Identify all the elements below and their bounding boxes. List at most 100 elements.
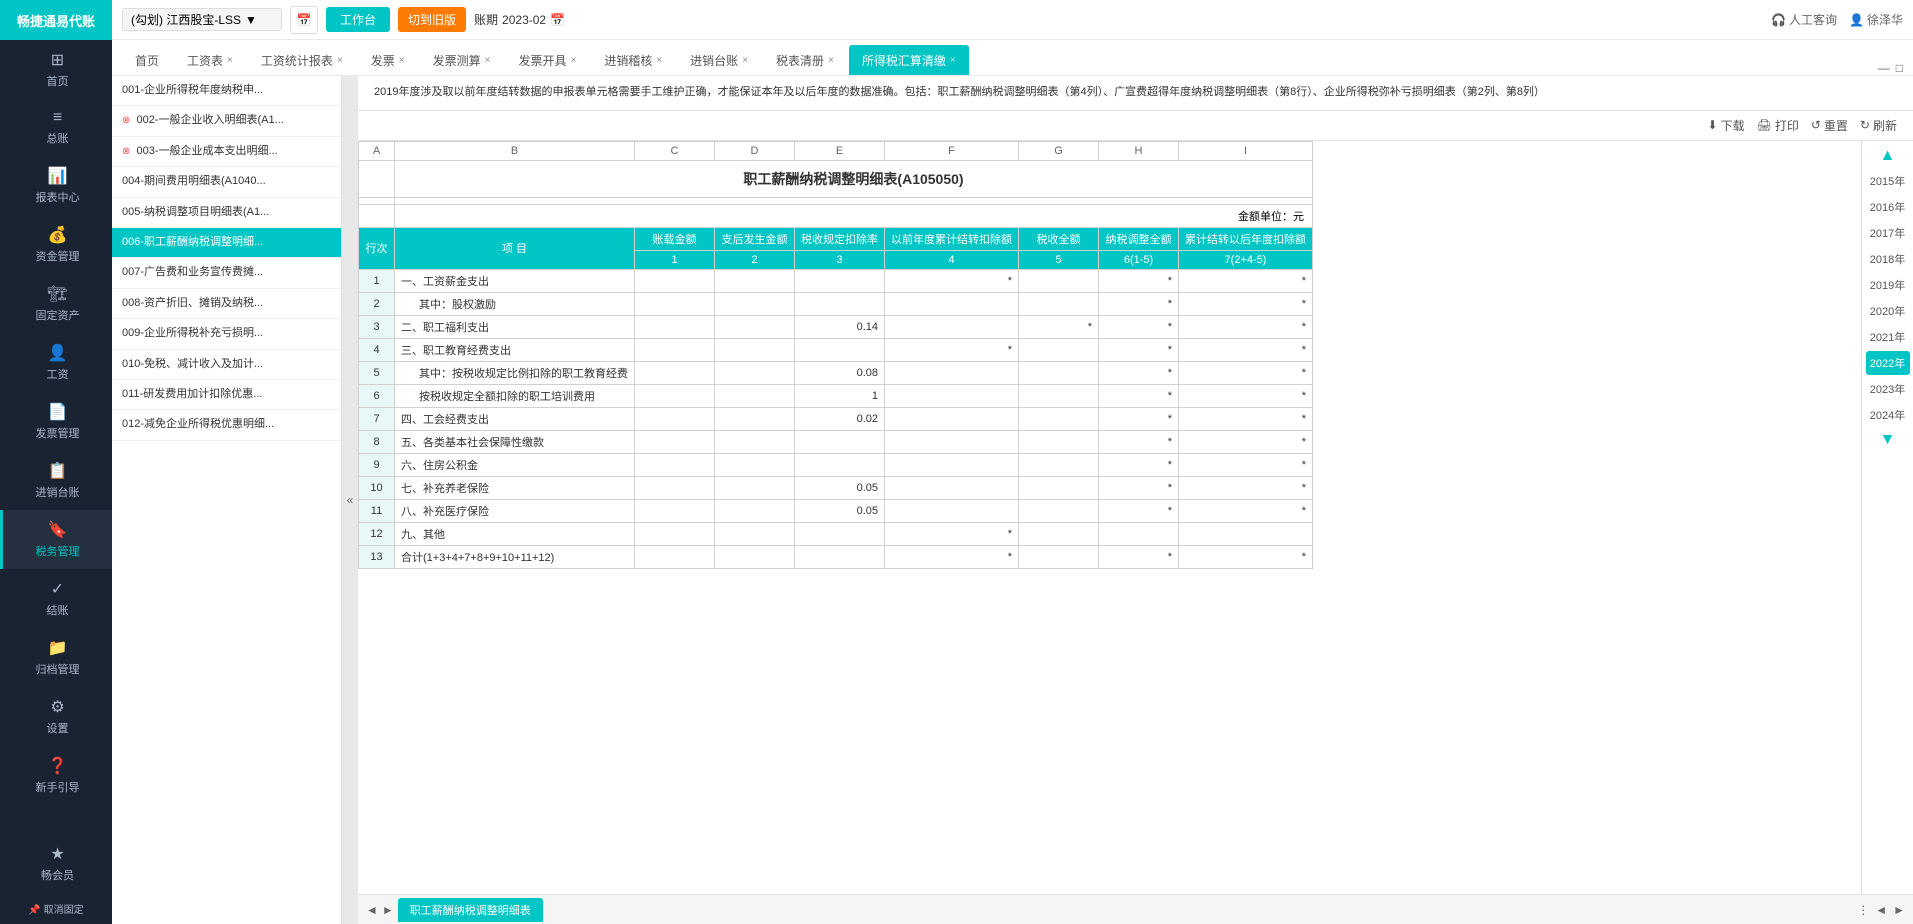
calendar-icon-btn[interactable]: 📅: [290, 6, 318, 34]
switch-button[interactable]: 切到旧版: [398, 7, 466, 32]
sidebar-item-tax[interactable]: 🔖 税务管理: [0, 510, 112, 569]
sidebar-item-ledger-label: 总账: [47, 130, 69, 146]
support-button[interactable]: 🎧 人工客询: [1771, 11, 1837, 28]
year-2018[interactable]: 2018年: [1866, 247, 1910, 271]
year-2024[interactable]: 2024年: [1866, 403, 1910, 427]
sidebar-item-reports[interactable]: 📊 报表中心: [0, 156, 112, 215]
year-2016[interactable]: 2016年: [1866, 195, 1910, 219]
bottom-tab-nav-right[interactable]: ►: [382, 903, 394, 917]
list-item-002[interactable]: ⊗ 002-一般企业收入明细表(A1...: [112, 106, 341, 136]
year-2023[interactable]: 2023年: [1866, 377, 1910, 401]
warning-text: 2019年度涉及取以前年度结转数据的申报表单元格需要手工维护正确，才能保证本年及…: [374, 86, 1545, 98]
sidebar-item-vip-label: 畅会员: [41, 867, 74, 883]
tab-salary-stats-label: 工资统计报表: [261, 52, 333, 69]
more-options-icon[interactable]: ⋮: [1857, 903, 1869, 917]
th-num5: 5: [1019, 250, 1099, 269]
sidebar-item-vip[interactable]: ★ 畅会员: [0, 834, 112, 893]
main-area: (勾划) 江西股宝-LSS ▼ 📅 工作台 切到旧版 账期 2023-02 📅 …: [112, 0, 1913, 924]
user-icon: 👤: [1849, 13, 1864, 27]
close-icon[interactable]: ×: [950, 55, 956, 66]
list-item-001[interactable]: 001-企业所得税年度纳税申...: [112, 76, 341, 106]
tab-salary[interactable]: 工资表 ×: [174, 45, 246, 75]
cancel-pin-button[interactable]: 📌 取消固定: [0, 893, 112, 924]
col-c: C: [635, 141, 715, 160]
sidebar-item-reports-label: 报表中心: [36, 189, 80, 205]
tab-tax-book[interactable]: 税表清册 ×: [763, 45, 847, 75]
settings-icon: ⚙: [50, 697, 64, 717]
download-button[interactable]: ⬇ 下载: [1708, 117, 1745, 134]
close-icon[interactable]: ×: [485, 55, 491, 66]
tab-sales-ledger[interactable]: 进销台账 ×: [677, 45, 761, 75]
reset-button[interactable]: ↺ 重置: [1811, 117, 1848, 134]
tab-income-tax[interactable]: 所得税汇算清缴 ×: [849, 45, 969, 75]
close-icon[interactable]: ×: [656, 55, 662, 66]
th-c7: 累计结转以后年度扣除额: [1179, 227, 1313, 250]
list-item-005[interactable]: 005-纳税调整项目明细表(A1...: [112, 198, 341, 228]
sidebar-item-settings[interactable]: ⚙ 设置: [0, 687, 112, 746]
tab-home[interactable]: 首页: [122, 45, 172, 75]
refresh-button[interactable]: ↻ 刷新: [1860, 117, 1897, 134]
sidebar-item-home[interactable]: ⊞ 首页: [0, 40, 112, 99]
user-menu[interactable]: 👤 徐泽华: [1849, 11, 1903, 28]
list-item-008[interactable]: 008-资产折旧、摊销及纳税...: [112, 289, 341, 319]
list-item-006[interactable]: 006-职工薪酬纳税调整明细...: [112, 228, 341, 258]
table-row: 7 四、工会经费支出 0.02 * *: [359, 407, 1313, 430]
spreadsheet-main[interactable]: A B C D E F G H I 职工: [358, 141, 1861, 894]
year-2020[interactable]: 2020年: [1866, 299, 1910, 323]
year-2017[interactable]: 2017年: [1866, 221, 1910, 245]
year-2019[interactable]: 2019年: [1866, 273, 1910, 297]
chevron-left-icon: «: [347, 493, 354, 507]
chevron-down-icon: ▼: [245, 13, 257, 27]
company-selector[interactable]: (勾划) 江西股宝-LSS ▼: [122, 8, 282, 31]
list-item-004[interactable]: 004-期间费用明细表(A1040...: [112, 167, 341, 197]
year-scroll-down[interactable]: ▼: [1878, 429, 1898, 451]
collapse-panel[interactable]: «: [342, 76, 358, 924]
close-icon[interactable]: ×: [742, 55, 748, 66]
workspace-button[interactable]: 工作台: [326, 7, 390, 32]
tab-invoice-calc[interactable]: 发票测算 ×: [420, 45, 504, 75]
list-item-007[interactable]: 007-广告费和业务宣传费摊...: [112, 258, 341, 288]
sidebar-item-ledger[interactable]: ≡ 总账: [0, 99, 112, 156]
table-row: 11 八、补充医疗保险 0.05 * *: [359, 499, 1313, 522]
bottom-tab-nav-left[interactable]: ◄: [366, 903, 378, 917]
sidebar-item-salary[interactable]: 👤 工资: [0, 333, 112, 392]
th-c6: 纳税调整全额: [1099, 227, 1179, 250]
bottom-tab-sheet[interactable]: 职工薪酬纳税调整明细表: [398, 898, 543, 922]
year-2022[interactable]: 2022年: [1866, 351, 1910, 375]
minimize-icon[interactable]: —: [1878, 61, 1890, 75]
tab-salary-stats[interactable]: 工资统计报表 ×: [248, 45, 356, 75]
sidebar-item-archive[interactable]: 📁 归档管理: [0, 628, 112, 687]
sidebar-item-guide[interactable]: ❓ 新手引导: [0, 746, 112, 805]
sidebar-item-assets[interactable]: 🏗 固定资产: [0, 274, 112, 333]
close-icon[interactable]: ×: [828, 55, 834, 66]
year-2015[interactable]: 2015年: [1866, 169, 1910, 193]
tab-invoice[interactable]: 发票 ×: [358, 45, 418, 75]
list-item-003[interactable]: ⊗ 003-一般企业成本支出明细...: [112, 137, 341, 167]
year-scroll-up[interactable]: ▲: [1878, 145, 1898, 167]
list-item-009[interactable]: 009-企业所得税补充亏损明...: [112, 319, 341, 349]
th-c1: 账载金额: [635, 227, 715, 250]
sidebar-item-sales[interactable]: 📋 进销台账: [0, 451, 112, 510]
funds-icon: 💰: [48, 225, 68, 245]
list-item-012[interactable]: 012-减免企业所得税优惠明细...: [112, 410, 341, 440]
error-icon: ⊗: [122, 115, 130, 126]
tab-sales-verify-label: 进销稽核: [604, 52, 652, 69]
nav-tabs: 首页 工资表 × 工资统计报表 × 发票 × 发票测算 × 发票开具 × 进销稽…: [112, 40, 1913, 76]
tab-sales-verify[interactable]: 进销稽核 ×: [591, 45, 675, 75]
year-2021[interactable]: 2021年: [1866, 325, 1910, 349]
list-item-010[interactable]: 010-免税、减计收入及加计...: [112, 350, 341, 380]
close-icon[interactable]: ×: [399, 55, 405, 66]
close-icon[interactable]: ×: [570, 55, 576, 66]
sidebar-item-funds[interactable]: 💰 资金管理: [0, 215, 112, 274]
sidebar-item-invoice[interactable]: 📄 发票管理: [0, 392, 112, 451]
maximize-icon[interactable]: □: [1896, 61, 1903, 75]
print-button[interactable]: 🖨 打印: [1757, 117, 1799, 134]
scroll-right-icon[interactable]: ►: [1893, 903, 1905, 917]
close-icon[interactable]: ×: [337, 55, 343, 66]
col-d: D: [715, 141, 795, 160]
list-item-011[interactable]: 011-研发费用加计扣除优惠...: [112, 380, 341, 410]
scroll-left-icon[interactable]: ◄: [1875, 903, 1887, 917]
sidebar-item-close[interactable]: ✓ 结账: [0, 569, 112, 628]
close-icon[interactable]: ×: [227, 55, 233, 66]
tab-invoice-issue[interactable]: 发票开具 ×: [505, 45, 589, 75]
